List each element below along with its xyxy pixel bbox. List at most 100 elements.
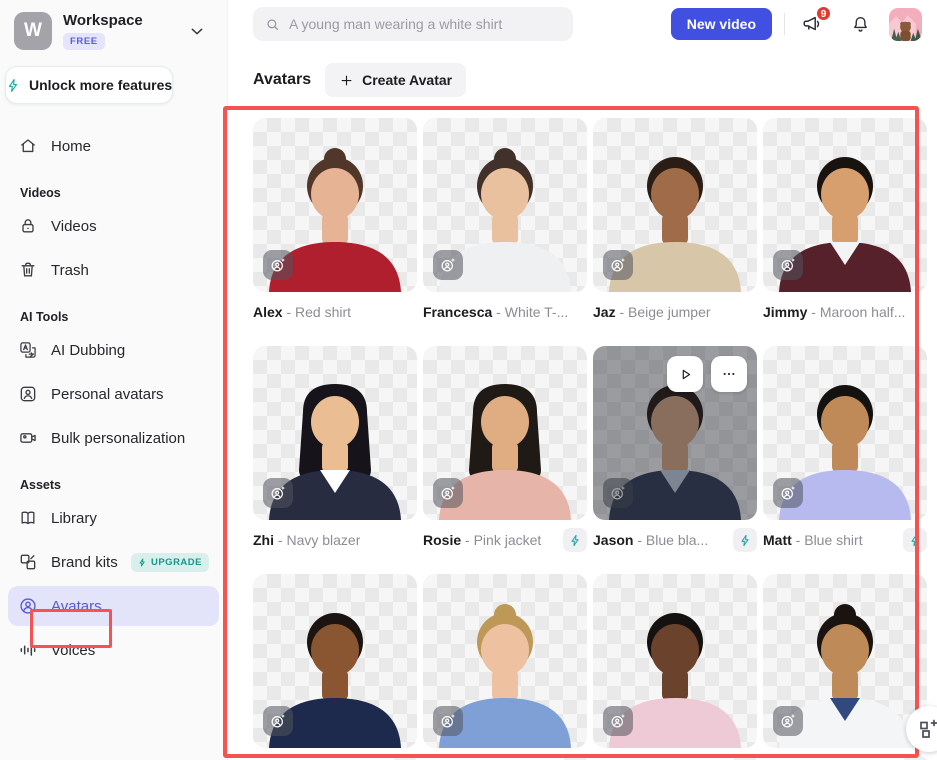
section-header-assets: Assets <box>20 478 61 492</box>
search-input[interactable] <box>289 16 561 32</box>
avatar-card[interactable] <box>423 574 587 748</box>
play-button[interactable] <box>667 356 703 392</box>
avatar-descriptor: Blue shirt <box>804 532 863 548</box>
sidebar-item-avatars[interactable]: Avatars <box>8 586 219 626</box>
main-area: New video 9 Avatars Create Ava <box>228 0 937 760</box>
avatar-card[interactable] <box>593 574 757 748</box>
sidebar-item-ai-dubbing[interactable]: AI Dubbing <box>8 330 219 370</box>
avatar-card[interactable] <box>423 118 587 292</box>
ai-avatar-badge <box>603 706 633 736</box>
sidebar-item-label: Home <box>51 137 92 155</box>
profile-avatar[interactable] <box>889 7 922 41</box>
avatar-grid: Alex - Red shirt Francesca - White T-...… <box>253 118 927 760</box>
avatar-cell: Alisha - White Tu... <box>763 574 927 760</box>
sidebar-item-voices[interactable]: Voices <box>8 630 219 670</box>
avatar-cell: Jason - Blue bla... <box>593 346 757 552</box>
workspace-logo: W <box>14 12 52 50</box>
plan-badge: FREE <box>63 33 105 50</box>
topbar-divider <box>784 13 785 35</box>
avatar-descriptor: Red shirt <box>295 304 352 320</box>
new-video-button[interactable]: New video <box>670 8 772 40</box>
avatar-descriptor: Navy blazer <box>286 532 361 548</box>
avatar-card[interactable] <box>763 574 927 748</box>
search-icon <box>265 17 280 32</box>
book-icon <box>18 508 38 528</box>
sidebar-item-label: Brand kits <box>51 553 118 571</box>
express-bolt-badge <box>903 528 927 552</box>
avatar-cell: Alisha - Navy ho... <box>253 574 417 760</box>
avatar-caption: Ali - Pink shirt <box>593 756 757 760</box>
avatar-card[interactable] <box>763 346 927 520</box>
ai-avatar-badge <box>433 478 463 508</box>
express-bolt-badge <box>733 528 757 552</box>
avatar-cell: Jimmy - Maroon half... <box>763 118 927 324</box>
avatar-cell: Alex - Red shirt <box>253 118 417 324</box>
page-head: Avatars Create Avatar <box>228 62 937 98</box>
plus-icon <box>339 73 354 88</box>
avatar-name: Francesca <box>423 304 493 320</box>
sidebar-item-home[interactable]: Home <box>8 126 219 166</box>
sidebar-item-label: AI Dubbing <box>51 341 126 359</box>
avatar-cell: Ali - Pink shirt <box>593 574 757 760</box>
ai-avatar-badge <box>603 250 633 280</box>
sidebar-nav: Home Videos Videos Trash AI Tools AI Dub… <box>0 108 227 682</box>
workspace-name: Workspace <box>63 12 143 29</box>
search-box[interactable] <box>253 7 573 41</box>
avatar-cell: Jaz - Beige jumper <box>593 118 757 324</box>
avatar-caption: Jason - Blue bla... <box>593 528 757 552</box>
express-bolt-badge <box>393 756 417 760</box>
sidebar: W Workspace FREE Unlock more features Ho… <box>0 0 228 760</box>
announcements-icon[interactable]: 9 <box>799 5 832 37</box>
express-bolt-badge <box>903 756 927 760</box>
unlock-more-features-button[interactable]: Unlock more features <box>5 66 174 104</box>
avatar-caption: Francesca - White T-... <box>423 304 569 320</box>
sidebar-item-library[interactable]: Library <box>8 498 219 538</box>
avatar-card[interactable] <box>253 574 417 748</box>
avatar-name: Matt <box>763 532 792 548</box>
avatar-descriptor: White T-... <box>504 304 569 320</box>
create-avatar-button[interactable]: Create Avatar <box>325 63 467 97</box>
express-bolt-badge <box>563 756 587 760</box>
sidebar-item-label: Videos <box>51 217 97 235</box>
avatar-caption: Rosie - Pink jacket <box>423 528 587 552</box>
sidebar-item-personal-avatars[interactable]: Personal avatars <box>8 374 219 414</box>
sidebar-item-trash[interactable]: Trash <box>8 250 219 290</box>
avatar-cell: Matt - Blue shirt <box>763 346 927 552</box>
avatar-card[interactable] <box>763 118 927 292</box>
workspace-switcher[interactable]: W Workspace FREE <box>0 0 227 56</box>
avatar-caption: Alisha - Navy ho... <box>253 756 417 760</box>
brand-kits-icon <box>18 552 38 572</box>
avatar-cell: Ada - Blue shirt <box>423 574 587 760</box>
avatar-cell: Zhi - Navy blazer <box>253 346 417 552</box>
chevron-down-icon[interactable] <box>189 23 205 39</box>
avatar-name: Jaz <box>593 304 616 320</box>
sidebar-item-label: Avatars <box>51 597 102 615</box>
express-bolt-badge <box>733 756 757 760</box>
avatar-card[interactable] <box>253 346 417 520</box>
sidebar-item-brand-kits[interactable]: Brand kits UPGRADE <box>8 542 219 582</box>
avatar-cell: Francesca - White T-... <box>423 118 587 324</box>
person-card-icon <box>18 384 38 404</box>
avatar-card[interactable] <box>593 346 757 520</box>
upgrade-badge: UPGRADE <box>130 552 209 572</box>
bell-icon[interactable] <box>847 11 873 37</box>
ai-avatar-badge <box>263 250 293 280</box>
sidebar-item-label: Personal avatars <box>51 385 164 403</box>
avatar-caption: Jimmy - Maroon half... <box>763 304 906 320</box>
avatar-card[interactable] <box>423 346 587 520</box>
avatar-card[interactable] <box>593 118 757 292</box>
avatar-descriptor: Beige jumper <box>628 304 711 320</box>
ai-avatar-badge <box>263 478 293 508</box>
avatar-name: Rosie <box>423 532 462 548</box>
translate-icon <box>18 340 38 360</box>
sidebar-item-videos[interactable]: Videos <box>8 206 219 246</box>
trash-icon <box>18 260 38 280</box>
sidebar-item-bulk-personalization[interactable]: Bulk personalization <box>8 418 219 458</box>
ai-avatar-badge <box>433 250 463 280</box>
avatar-caption: Zhi - Navy blazer <box>253 532 361 548</box>
more-options-button[interactable] <box>711 356 747 392</box>
ai-avatar-badge <box>773 250 803 280</box>
ai-avatar-badge <box>433 706 463 736</box>
unlock-label: Unlock more features <box>29 77 173 93</box>
avatar-card[interactable] <box>253 118 417 292</box>
